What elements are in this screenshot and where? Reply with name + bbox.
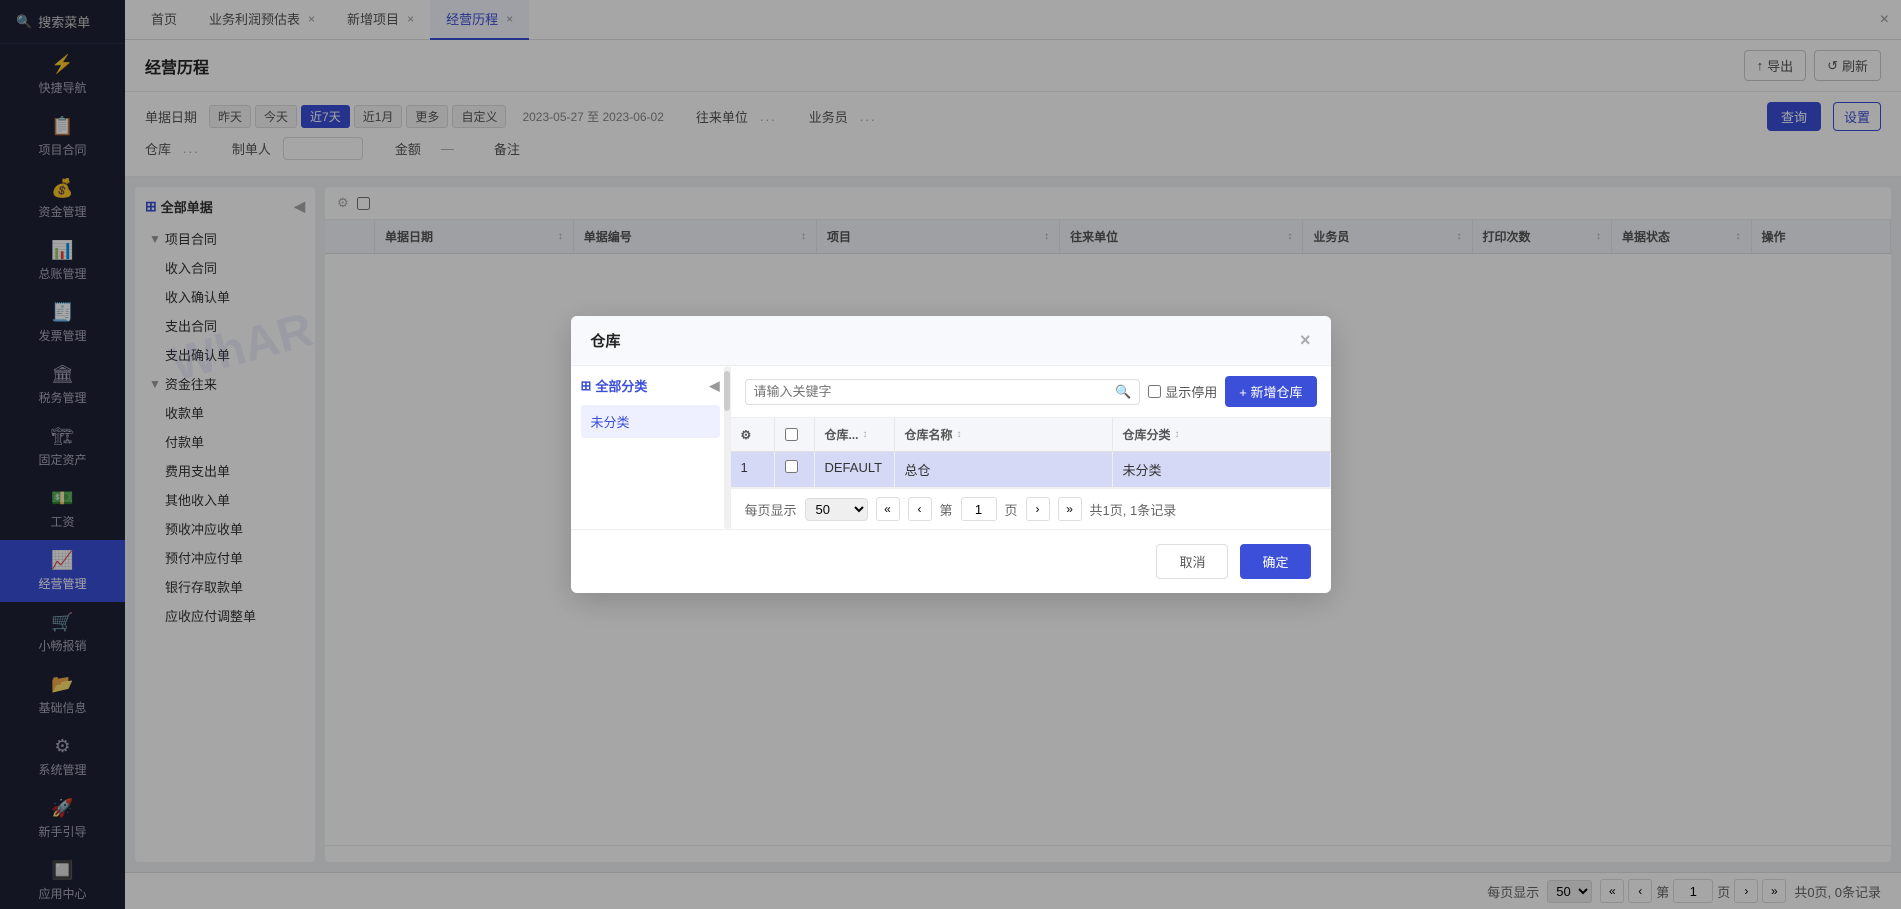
modal-page-size-label: 每页显示 bbox=[745, 500, 797, 519]
collapse-modal-left-icon[interactable]: ◀ bbox=[710, 378, 720, 394]
modal-td-code: DEFAULT bbox=[815, 452, 895, 487]
modal-body: ⊞ 全部分类 ◀ 未分类 🔍 bbox=[571, 366, 1331, 529]
modal-actions: 取消 确定 bbox=[571, 529, 1331, 593]
modal-td-category: 未分类 bbox=[1113, 452, 1331, 487]
modal-search-wrap: 🔍 bbox=[745, 379, 1141, 405]
modal-page-input[interactable] bbox=[961, 497, 997, 521]
modal-right-panel: 🔍 显示停用 + 新增仓库 ⚙ 仓库...↕ 仓库名称↕ bbox=[731, 366, 1331, 529]
show-disabled-checkbox[interactable] bbox=[1148, 385, 1161, 398]
cancel-button[interactable]: 取消 bbox=[1156, 544, 1228, 579]
modal-table-body: 1 DEFAULT 总仓 未分类 bbox=[731, 452, 1331, 488]
modal-page-label: 第 bbox=[940, 500, 953, 519]
modal-table-footer: 每页显示 50 « ‹ 第 页 › » 共1页, 1条记录 bbox=[731, 488, 1331, 529]
modal-category-uncategorized[interactable]: 未分类 bbox=[581, 405, 720, 438]
modal-overlay: 仓库 × ⊞ 全部分类 ◀ 未分类 bbox=[0, 0, 1901, 909]
modal-table-header: ⚙ 仓库...↕ 仓库名称↕ 仓库分类↕ bbox=[731, 418, 1331, 452]
modal-th-checkbox bbox=[775, 418, 815, 451]
modal-left-scrollbar-thumb bbox=[724, 371, 730, 411]
modal-first-page-btn[interactable]: « bbox=[876, 497, 900, 521]
modal-last-page-btn[interactable]: » bbox=[1058, 497, 1082, 521]
modal-header: 仓库 × bbox=[571, 316, 1331, 366]
modal-search-icon: 🔍 bbox=[1115, 384, 1131, 400]
add-warehouse-button[interactable]: + 新增仓库 bbox=[1225, 376, 1316, 407]
modal-select-all-checkbox[interactable] bbox=[785, 428, 798, 441]
modal-page-size-select[interactable]: 50 bbox=[805, 498, 868, 521]
modal-total-label: 共1页, 1条记录 bbox=[1090, 500, 1177, 519]
modal-search-input[interactable] bbox=[754, 384, 1116, 399]
modal-th-settings[interactable]: ⚙ bbox=[731, 418, 775, 451]
modal-td-index: 1 bbox=[731, 452, 775, 487]
modal-page-unit: 页 bbox=[1005, 500, 1018, 519]
modal-next-page-btn[interactable]: › bbox=[1026, 497, 1050, 521]
all-category-label: 全部分类 bbox=[595, 376, 647, 395]
uncategorized-label: 未分类 bbox=[591, 415, 630, 430]
modal-th-name[interactable]: 仓库名称↕ bbox=[895, 418, 1113, 451]
modal-close-icon[interactable]: × bbox=[1300, 330, 1311, 351]
row-checkbox[interactable] bbox=[785, 460, 798, 473]
modal-td-name: 总仓 bbox=[895, 452, 1113, 487]
show-disabled-label[interactable]: 显示停用 bbox=[1148, 382, 1217, 401]
grid-icon-modal: ⊞ bbox=[581, 378, 592, 394]
modal-td-checkbox bbox=[775, 452, 815, 487]
modal-title: 仓库 bbox=[591, 330, 621, 351]
modal-th-category[interactable]: 仓库分类↕ bbox=[1113, 418, 1331, 451]
modal-th-code[interactable]: 仓库...↕ bbox=[815, 418, 895, 451]
modal-table-row[interactable]: 1 DEFAULT 总仓 未分类 bbox=[731, 452, 1331, 488]
modal-left-header[interactable]: ⊞ 全部分类 ◀ bbox=[581, 376, 720, 395]
modal-prev-page-btn[interactable]: ‹ bbox=[908, 497, 932, 521]
confirm-button[interactable]: 确定 bbox=[1240, 544, 1310, 579]
modal-toolbar: 🔍 显示停用 + 新增仓库 bbox=[731, 366, 1331, 418]
modal-left-panel: ⊞ 全部分类 ◀ 未分类 bbox=[571, 366, 731, 529]
modal-left-scrollbar[interactable] bbox=[724, 366, 730, 529]
warehouse-modal: 仓库 × ⊞ 全部分类 ◀ 未分类 bbox=[571, 316, 1331, 593]
